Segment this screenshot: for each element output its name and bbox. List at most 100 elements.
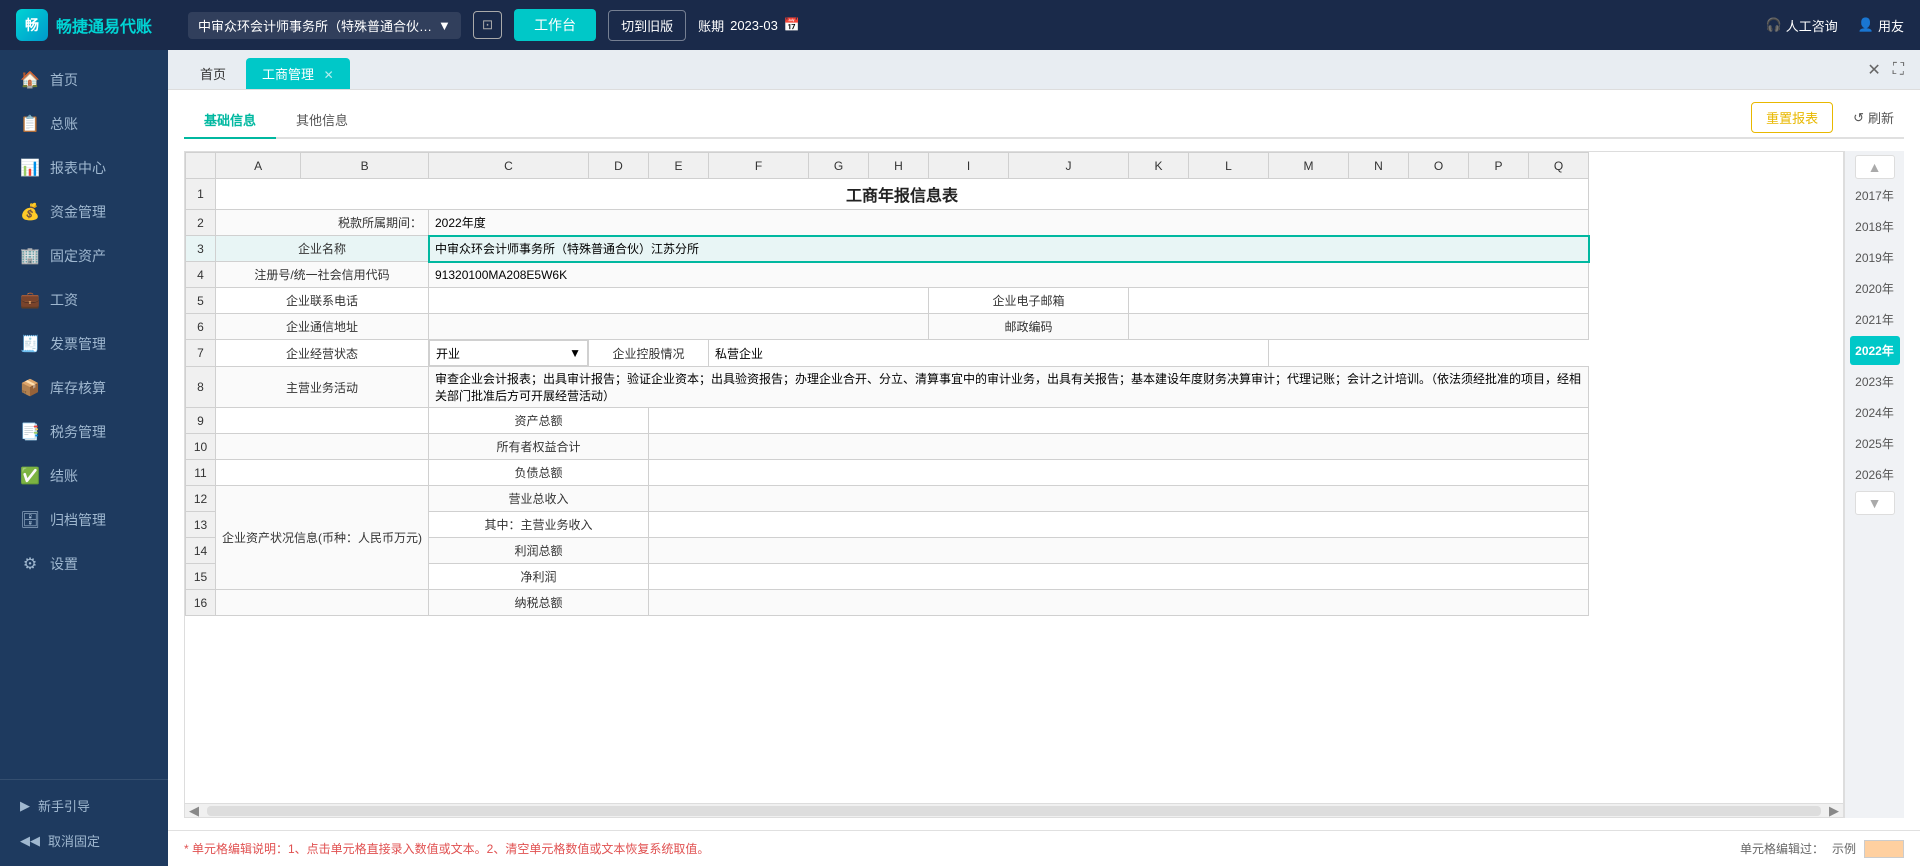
col-header-L[interactable]: L [1189,153,1269,179]
year-item-2026[interactable]: 2026年 [1850,460,1900,489]
reset-report-button[interactable]: 重置报表 [1751,102,1833,133]
workbench-button[interactable]: 工作台 [514,9,596,41]
table-row: 5 企业联系电话 企业电子邮箱 [186,288,1589,314]
col-header-Q[interactable]: Q [1529,153,1589,179]
user-area[interactable]: 👤 用友 [1858,16,1904,35]
year-item-2024[interactable]: 2024年 [1850,398,1900,427]
sidebar-item-inventory[interactable]: 📦 库存核算 [0,366,168,410]
col-header-K[interactable]: K [1129,153,1189,179]
refresh-button[interactable]: ↺ 刷新 [1843,103,1904,132]
col-header-F[interactable]: F [709,153,809,179]
inner-content: 基础信息 其他信息 重置报表 ↺ 刷新 [168,90,1920,830]
cell-6-c[interactable] [429,314,929,340]
tab-bar: 首页 工商管理 ✕ ✕ ⛶ [168,50,1920,90]
copy-button[interactable]: ⊡ [473,11,502,39]
year-item-2019[interactable]: 2019年 [1850,243,1900,272]
col-header-D[interactable]: D [589,153,649,179]
col-header-H[interactable]: H [869,153,929,179]
year-item-2025[interactable]: 2025年 [1850,429,1900,458]
sub-tab-other[interactable]: 其他信息 [276,102,368,139]
sidebar-item-payroll[interactable]: 💼 工资 [0,278,168,322]
close-window-btn[interactable]: ✕ [1867,60,1880,80]
cell-7-c[interactable]: 开业 ▼ [429,340,588,366]
sidebar-item-reports[interactable]: 📊 报表中心 [0,146,168,190]
col-header-C[interactable]: C [429,153,589,179]
col-header-B[interactable]: B [301,153,429,179]
cell-9-c: 资产总额 [429,408,649,434]
cell-title[interactable]: 工商年报信息表 [216,179,1589,210]
scroll-left-btn[interactable]: ◀ [185,803,203,819]
sidebar-item-newbie[interactable]: ▶ 新手引导 [0,788,168,823]
sidebar-item-funds[interactable]: 💰 资金管理 [0,190,168,234]
cell-13-e[interactable] [649,512,1589,538]
cell-11-e[interactable] [649,460,1589,486]
cell-12-e[interactable] [649,486,1589,512]
tab-home[interactable]: 首页 [184,58,242,89]
col-header-N[interactable]: N [1349,153,1409,179]
ledger-icon: 📋 [20,114,40,134]
consult-button[interactable]: 🎧 人工咨询 [1766,16,1838,35]
col-header-O[interactable]: O [1409,153,1469,179]
table-row: 6 企业通信地址 邮政编码 [186,314,1589,340]
year-nav-up[interactable]: ▲ [1855,155,1895,179]
sidebar-item-tax[interactable]: 📑 税务管理 [0,410,168,454]
tab-gongshang[interactable]: 工商管理 ✕ [246,58,350,89]
col-header-A[interactable]: A [216,153,301,179]
cell-5-l[interactable] [1129,288,1589,314]
sidebar-label-invoice: 发票管理 [50,334,106,354]
table-row: 10 所有者权益合计 [186,434,1589,460]
refresh-icon: ↺ [1853,110,1864,126]
col-header-P[interactable]: P [1469,153,1529,179]
sidebar-label-archive: 归档管理 [50,510,106,530]
year-item-2017[interactable]: 2017年 [1850,181,1900,210]
h-scroll-bar[interactable]: ◀ ▶ [185,803,1843,817]
year-item-2023[interactable]: 2023年 [1850,367,1900,396]
cell-5-c[interactable] [429,288,929,314]
sidebar-item-assets[interactable]: 🏢 固定资产 [0,234,168,278]
year-item-2020[interactable]: 2020年 [1850,274,1900,303]
calendar-icon[interactable]: 📅 [784,17,800,33]
sidebar-label-settle: 结账 [50,466,78,486]
col-header-G[interactable]: G [809,153,869,179]
tab-close-icon[interactable]: ✕ [324,68,334,82]
cell-16-e[interactable] [649,590,1589,616]
sidebar-item-archive[interactable]: 🗄 归档管理 [0,498,168,542]
cell-13-c: 其中：主营业务收入 [429,512,649,538]
col-header-I[interactable]: I [929,153,1009,179]
year-item-2018[interactable]: 2018年 [1850,212,1900,241]
sidebar-item-unpin[interactable]: ◀◀ 取消固定 [0,823,168,858]
col-header-M[interactable]: M [1269,153,1349,179]
dropdown-arrow[interactable]: ▼ [569,346,581,360]
cell-15-e[interactable] [649,564,1589,590]
cell-4-c[interactable]: 91320100MA208E5W6K [429,262,1589,288]
sidebar-item-settings[interactable]: ⚙ 设置 [0,542,168,586]
spreadsheet-container[interactable]: A B C D E F G H I J [185,152,1843,803]
cell-8-c[interactable]: 审查企业会计报表；出具审计报告；验证企业资本；出具验资报告；办理企业合开、分立、… [429,367,1589,408]
sidebar-item-home[interactable]: 🏠 首页 [0,58,168,102]
company-selector[interactable]: 中审众环会计师事务所（特殊普通合伙… ▼ [188,12,461,39]
cell-3-c[interactable]: 中审众环会计师事务所（特殊普通合伙）江苏分所 [429,236,1589,262]
sidebar-item-ledger[interactable]: 📋 总账 [0,102,168,146]
cell-10-e[interactable] [649,434,1589,460]
sub-tab-basic[interactable]: 基础信息 [184,102,276,139]
scroll-right-btn[interactable]: ▶ [1825,803,1843,819]
col-header-E[interactable]: E [649,153,709,179]
sidebar-item-settle[interactable]: ✅ 结账 [0,454,168,498]
old-version-button[interactable]: 切到旧版 [608,10,686,41]
sheet-and-panel: A B C D E F G H I J [184,151,1904,818]
expand-window-btn[interactable]: ⛶ [1893,61,1904,79]
cell-14-e[interactable] [649,538,1589,564]
row-num-7: 7 [186,340,216,367]
company-name: 中审众环会计师事务所（特殊普通合伙… [198,16,432,35]
col-header-J[interactable]: J [1009,153,1129,179]
cell-9-e[interactable] [649,408,1589,434]
year-item-2021[interactable]: 2021年 [1850,305,1900,334]
sidebar-item-invoice[interactable]: 🧾 发票管理 [0,322,168,366]
year-item-2022[interactable]: 2022年 [1850,336,1900,365]
cell-2-c[interactable]: 2022年度 [429,210,1589,236]
cell-6-l[interactable] [1129,314,1589,340]
cell-7-l[interactable]: 私营企业 [709,340,1269,367]
cell-7-j: 企业控股情况 [589,340,709,367]
year-nav-down[interactable]: ▼ [1855,491,1895,515]
h-scroll-inner[interactable] [207,806,1821,816]
